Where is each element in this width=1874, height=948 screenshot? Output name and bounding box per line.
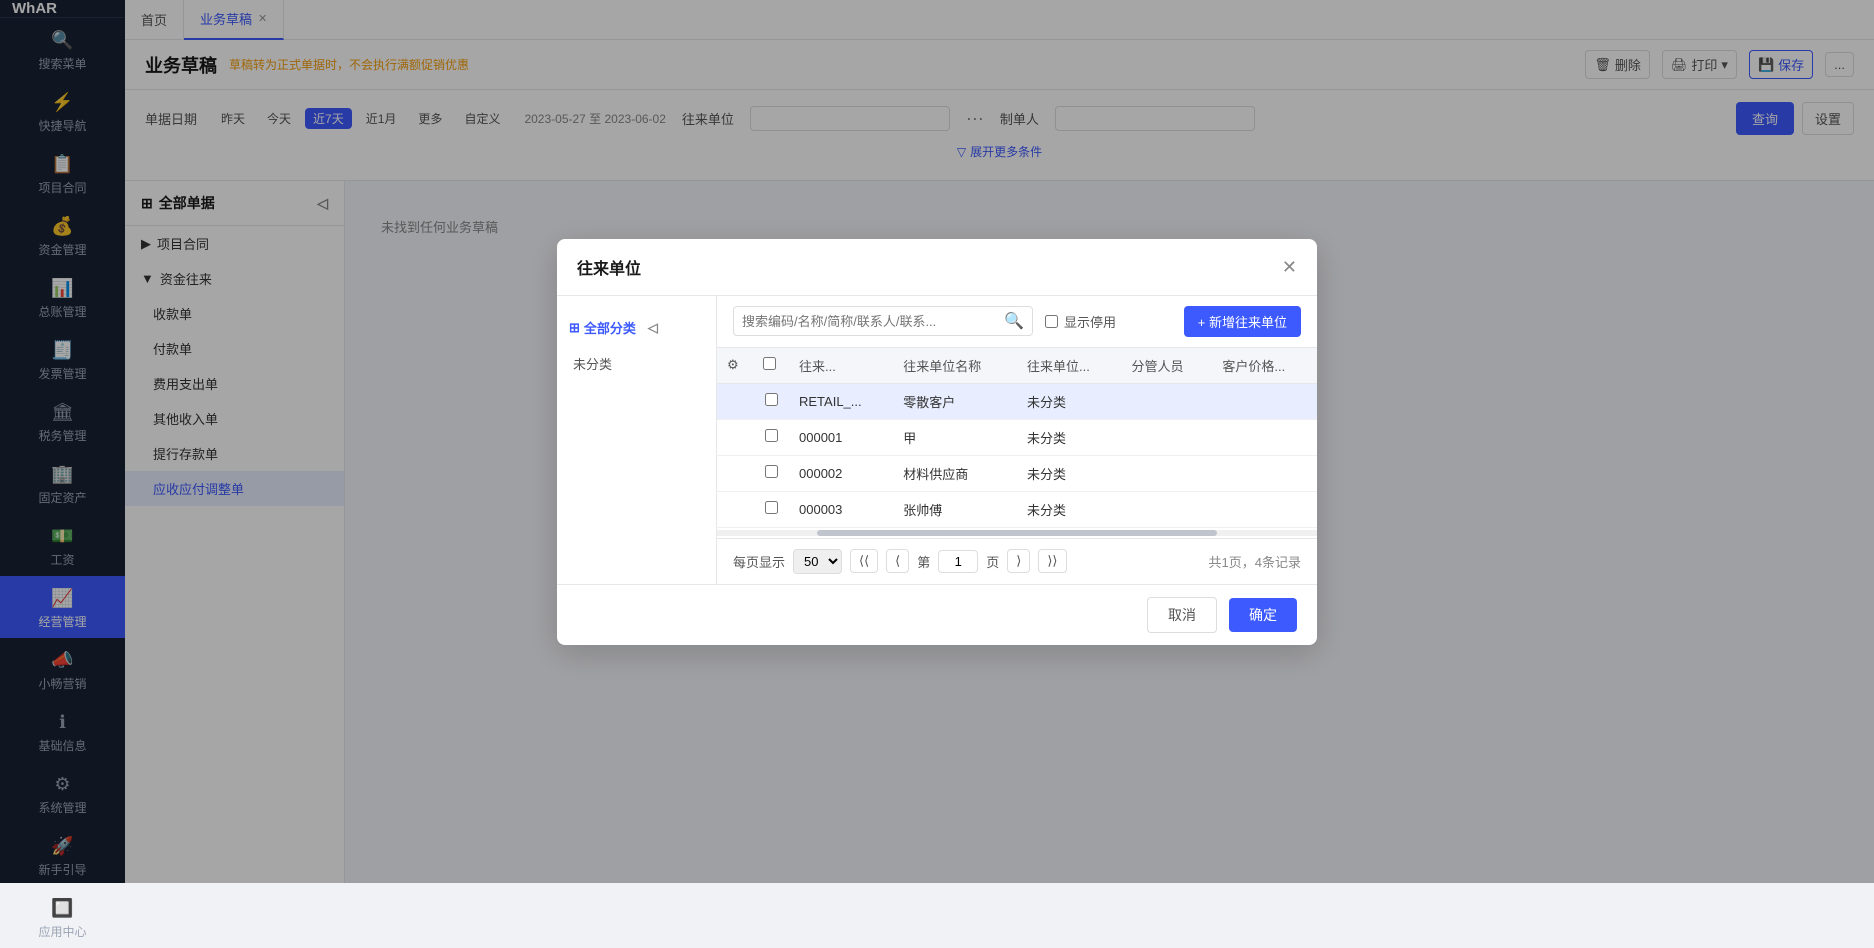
row-salesperson-cell — [1122, 455, 1213, 491]
show-disabled-label: 显示停用 — [1064, 312, 1116, 331]
modal-title: 往来单位 — [577, 255, 1274, 279]
first-page-button[interactable]: ⟨⟨ — [850, 549, 878, 573]
modal-toolbar: 🔍 显示停用 + 新增往来单位 — [717, 296, 1317, 348]
modal-tree-unclassified[interactable]: 未分类 — [557, 348, 716, 379]
modal-search-box[interactable]: 🔍 — [733, 306, 1033, 336]
show-disabled-check[interactable] — [1045, 315, 1058, 328]
row-name-cell: 张帅傅 — [893, 491, 1017, 527]
next-page-button[interactable]: ⟩ — [1007, 549, 1030, 573]
modal-search-input[interactable] — [742, 314, 998, 329]
row-setting-cell — [717, 491, 753, 527]
row-salesperson-cell — [1122, 383, 1213, 419]
modal-right-panel: 🔍 显示停用 + 新增往来单位 ⚙ — [717, 296, 1317, 584]
row-name-cell: 甲 — [893, 419, 1017, 455]
modal-category-header[interactable]: ⊞ 全部分类 ◁ — [557, 308, 716, 348]
table-row[interactable]: 000003 张帅傅 未分类 — [717, 491, 1317, 527]
pagination-total: 共1页，4条记录 — [1209, 552, 1301, 571]
col-header-salesperson: 分管人员 — [1122, 348, 1213, 384]
modal-close-button[interactable]: ✕ — [1282, 258, 1297, 276]
grid-small-icon: ⊞ — [569, 320, 580, 336]
row-code-cell: 000001 — [789, 419, 893, 455]
sidebar-item-label: 应用中心 — [38, 923, 86, 940]
last-page-button[interactable]: ⟩⟩ — [1038, 549, 1066, 573]
settings-small-icon: ⚙ — [727, 357, 739, 372]
modal-header: 往来单位 ✕ — [557, 239, 1317, 296]
row-category-cell: 未分类 — [1017, 491, 1122, 527]
row-check-cell[interactable] — [753, 419, 789, 455]
col-header-category: 往来单位... — [1017, 348, 1122, 384]
modal-scrollbar-thumb[interactable] — [817, 530, 1217, 536]
col-category-label: 往来单位... — [1027, 359, 1090, 374]
row-salesperson-cell — [1122, 491, 1213, 527]
col-price-label: 客户价格... — [1222, 359, 1285, 374]
row-category-cell: 未分类 — [1017, 383, 1122, 419]
row-setting-cell — [717, 419, 753, 455]
col-header-price-level: 客户价格... — [1212, 348, 1317, 384]
col-header-check — [753, 348, 789, 384]
current-page-input[interactable] — [938, 550, 978, 573]
modal-tree-label: 未分类 — [573, 357, 612, 372]
modal-body: ⊞ 全部分类 ◁ 未分类 🔍 显示停用 — [557, 296, 1317, 584]
table-row[interactable]: 000002 材料供应商 未分类 — [717, 455, 1317, 491]
partner-table: ⚙ 往来... 往来单位名称 往来单位... — [717, 348, 1317, 528]
row-setting-cell — [717, 383, 753, 419]
select-all-checkbox[interactable] — [763, 357, 776, 370]
search-icon: 🔍 — [1004, 311, 1024, 331]
modal-horizontal-scrollbar[interactable] — [717, 530, 1317, 536]
col-code-label: 往来... — [799, 359, 836, 374]
modal-left-panel: ⊞ 全部分类 ◁ 未分类 — [557, 296, 717, 584]
page-label: 第 — [917, 552, 930, 571]
col-name-label: 往来单位名称 — [903, 359, 981, 374]
col-header-name: 往来单位名称 — [893, 348, 1017, 384]
row-check-cell[interactable] — [753, 383, 789, 419]
row-setting-cell — [717, 455, 753, 491]
row-category-cell: 未分类 — [1017, 455, 1122, 491]
row-check-cell[interactable] — [753, 455, 789, 491]
row-price-cell — [1212, 419, 1317, 455]
modal-table-wrap: ⚙ 往来... 往来单位名称 往来单位... — [717, 348, 1317, 538]
row-price-cell — [1212, 455, 1317, 491]
table-row[interactable]: 000001 甲 未分类 — [717, 419, 1317, 455]
row-price-cell — [1212, 383, 1317, 419]
modal-pagination: 每页显示 50 ⟨⟨ ⟨ 第 页 ⟩ ⟩⟩ 共1页，4条记录 — [717, 538, 1317, 584]
row-check-cell[interactable] — [753, 491, 789, 527]
row-name-cell: 零散客户 — [893, 383, 1017, 419]
row-code-cell: 000002 — [789, 455, 893, 491]
row-price-cell — [1212, 491, 1317, 527]
per-page-label: 每页显示 — [733, 552, 785, 571]
table-header-row: ⚙ 往来... 往来单位名称 往来单位... — [717, 348, 1317, 384]
col-header-code: 往来... — [789, 348, 893, 384]
row-code-cell: RETAIL_... — [789, 383, 893, 419]
modal-overlay[interactable]: 往来单位 ✕ ⊞ 全部分类 ◁ 未分类 — [0, 0, 1874, 883]
cancel-button[interactable]: 取消 — [1147, 597, 1217, 633]
per-page-select[interactable]: 50 — [793, 549, 842, 574]
modal-footer: 取消 确定 — [557, 584, 1317, 645]
modal-category-label: 全部分类 — [584, 318, 636, 337]
confirm-button[interactable]: 确定 — [1229, 598, 1297, 632]
row-category-cell: 未分类 — [1017, 419, 1122, 455]
partner-modal: 往来单位 ✕ ⊞ 全部分类 ◁ 未分类 — [557, 239, 1317, 645]
row-salesperson-cell — [1122, 419, 1213, 455]
modal-collapse-icon[interactable]: ◁ — [640, 314, 666, 342]
row-name-cell: 材料供应商 — [893, 455, 1017, 491]
sidebar-item-app-center[interactable]: 🔲 应用中心 — [0, 886, 125, 948]
page-suffix: 页 — [986, 552, 999, 571]
table-row[interactable]: RETAIL_... 零散客户 未分类 — [717, 383, 1317, 419]
row-code-cell: 000003 — [789, 491, 893, 527]
add-partner-button[interactable]: + 新增往来单位 — [1184, 306, 1301, 337]
app-center-icon: 🔲 — [51, 898, 73, 919]
show-disabled-checkbox[interactable]: 显示停用 — [1045, 312, 1116, 331]
col-salesperson-label: 分管人员 — [1132, 359, 1184, 374]
col-header-setting: ⚙ — [717, 348, 753, 384]
prev-page-button[interactable]: ⟨ — [886, 549, 909, 573]
